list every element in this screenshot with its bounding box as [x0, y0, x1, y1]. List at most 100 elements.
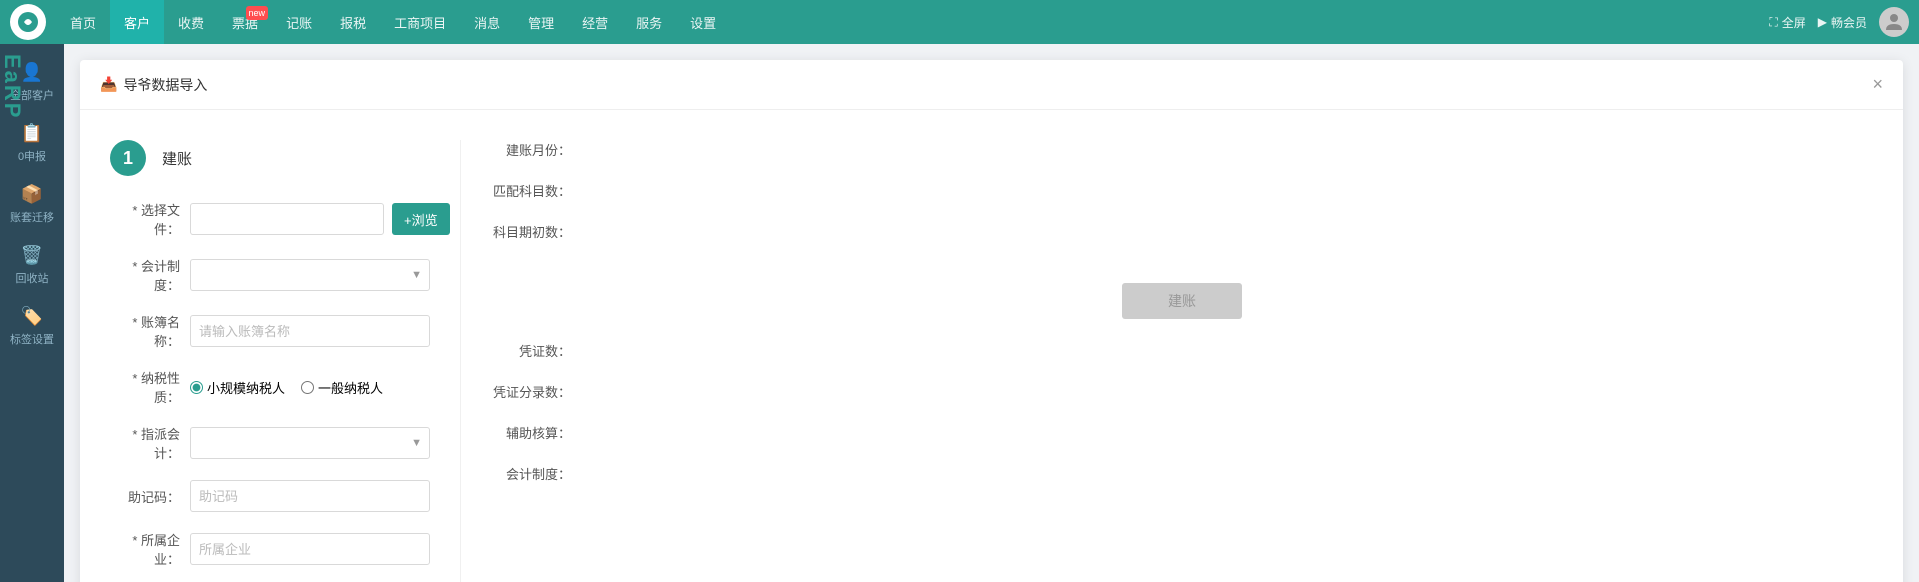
- accounting-system-select[interactable]: [190, 259, 430, 291]
- memo-code-label-text: 助记码：: [128, 490, 180, 505]
- aux-accounting-label: 辅助核算：: [491, 423, 581, 442]
- sidebar-item-label: 回收站: [16, 270, 49, 286]
- tag-icon: 🏷️: [21, 306, 43, 327]
- build-account-button[interactable]: 建账: [1122, 283, 1242, 319]
- file-label: * 选择文件：: [110, 200, 190, 238]
- accounting-system-label-text: * 会计制度：: [132, 259, 180, 293]
- sidebar-item-label: 0申报: [18, 148, 46, 164]
- fullscreen-icon: ⛶: [1769, 15, 1777, 30]
- tax-general-radio[interactable]: [301, 381, 314, 394]
- company-label: * 所属企业：: [110, 530, 190, 568]
- sidebar-item-recycle[interactable]: 🗑️ 回收站: [0, 235, 64, 296]
- tax-type-radio-group: 小规模纳税人 一般纳税人: [190, 378, 383, 397]
- sidebar-item-declare[interactable]: 📋 0申报: [0, 113, 64, 174]
- nav-item-消息[interactable]: 消息: [460, 0, 514, 44]
- logo[interactable]: [10, 4, 46, 40]
- dialog: 📥 导爷数据导入 × 1 建账: [80, 60, 1903, 582]
- user-avatar[interactable]: [1879, 7, 1909, 37]
- assign-accountant-label: * 指派会计：: [110, 424, 190, 462]
- match-subjects-row: 匹配科目数：: [491, 181, 1873, 200]
- assign-accountant-select[interactable]: [190, 427, 430, 459]
- match-subjects-label: 匹配科目数：: [491, 181, 581, 200]
- assign-accountant-row: * 指派会计： ▼: [110, 424, 430, 462]
- vip-label: 畅会员: [1831, 14, 1867, 31]
- accounting-system-select-wrapper: ▼: [190, 259, 430, 291]
- dialog-body: 1 建账 * 选择文件： +浏览: [80, 110, 1903, 582]
- dialog-accounting-system-label: 会计制度：: [491, 464, 581, 483]
- tax-small-label: 小规模纳税人: [207, 378, 285, 397]
- nav-item-收费[interactable]: 收费: [164, 0, 218, 44]
- dialog-icon: 📥: [100, 76, 117, 93]
- month-row: 建账月份：: [491, 140, 1873, 159]
- init-amount-row: 科目期初数：: [491, 222, 1873, 241]
- step-section: 1 建账 * 选择文件： +浏览: [80, 140, 460, 582]
- memo-code-input[interactable]: [190, 480, 430, 512]
- month-label: 建账月份：: [491, 140, 581, 159]
- nav-item-记账[interactable]: 记账: [272, 0, 326, 44]
- dialog-title: 导爷数据导入: [123, 75, 207, 95]
- assign-accountant-label-text: * 指派会计：: [132, 427, 180, 461]
- navbar: 首页客户收费票据new记账报税工商项目消息管理经营服务设置 ⛶ 全屏 ▶ 畅会员: [0, 0, 1919, 44]
- tax-general-option[interactable]: 一般纳税人: [301, 378, 383, 397]
- company-input[interactable]: [190, 533, 430, 565]
- nav-item-服务[interactable]: 服务: [622, 0, 676, 44]
- earp-text: EaRP: [1, 54, 23, 119]
- vip-button[interactable]: ▶ 畅会员: [1818, 14, 1867, 31]
- tax-type-row: * 纳税性质： 小规模纳税人 一般纳税人: [110, 368, 430, 406]
- company-label-text: * 所属企业：: [132, 533, 180, 567]
- fullscreen-label: 全屏: [1782, 14, 1806, 31]
- voucher-records-row: 凭证分录数：: [491, 382, 1873, 401]
- sidebar-item-label: 账套迁移: [10, 209, 54, 225]
- file-input[interactable]: [190, 203, 384, 235]
- nav-item-票据[interactable]: 票据new: [218, 0, 272, 44]
- sidebar-item-migrate[interactable]: 📦 账套迁移: [0, 174, 64, 235]
- sidebar-item-tag-settings[interactable]: 🏷️ 标签设置: [0, 296, 64, 357]
- company-row: * 所属企业：: [110, 530, 430, 568]
- tax-small-radio[interactable]: [190, 381, 203, 394]
- nav-item-管理[interactable]: 管理: [514, 0, 568, 44]
- file-row: * 选择文件： +浏览: [110, 200, 430, 238]
- main-layout: 👤 全部客户 📋 0申报 📦 账套迁移 🗑️ 回收站 🏷️ 标签设置 📥: [0, 44, 1919, 582]
- nav-item-首页[interactable]: 首页: [56, 0, 110, 44]
- tax-small-option[interactable]: 小规模纳税人: [190, 378, 285, 397]
- nav-item-报税[interactable]: 报税: [326, 0, 380, 44]
- nav-item-工商项目[interactable]: 工商项目: [380, 0, 460, 44]
- recycle-icon: 🗑️: [21, 245, 43, 266]
- build-btn-area: 建账: [491, 263, 1873, 319]
- nav-item-经营[interactable]: 经营: [568, 0, 622, 44]
- tax-general-label: 一般纳税人: [318, 378, 383, 397]
- ledger-name-row: * 账簿名称：: [110, 312, 430, 350]
- accounting-system-row: * 会计制度： ▼: [110, 256, 430, 294]
- info-section: 建账月份： 匹配科目数： 科目期初数： 建账: [460, 140, 1903, 582]
- nav-item-设置[interactable]: 设置: [676, 0, 730, 44]
- migrate-icon: 📦: [21, 184, 43, 205]
- content-area: 📥 导爷数据导入 × 1 建账: [64, 44, 1919, 582]
- ledger-name-label: * 账簿名称：: [110, 312, 190, 350]
- step-number: 1: [123, 148, 133, 169]
- memo-code-row: 助记码：: [110, 480, 430, 512]
- ledger-name-input[interactable]: [190, 315, 430, 347]
- sidebar-item-label: 标签设置: [10, 331, 54, 347]
- vip-icon: ▶: [1818, 15, 1827, 29]
- file-label-text: * 选择文件：: [132, 203, 180, 237]
- nav-items: 首页客户收费票据new记账报税工商项目消息管理经营服务设置: [56, 0, 1769, 44]
- file-input-group: +浏览: [190, 203, 450, 235]
- step-header: 1 建账: [110, 140, 430, 176]
- assign-accountant-select-wrapper: ▼: [190, 427, 430, 459]
- memo-code-label: 助记码：: [110, 487, 190, 506]
- nav-item-客户[interactable]: 客户: [110, 0, 164, 44]
- voucher-records-label: 凭证分录数：: [491, 382, 581, 401]
- close-button[interactable]: ×: [1872, 74, 1883, 95]
- declare-icon: 📋: [21, 123, 43, 144]
- browse-button[interactable]: +浏览: [392, 203, 450, 235]
- step-circle: 1: [110, 140, 146, 176]
- sidebar: 👤 全部客户 📋 0申报 📦 账套迁移 🗑️ 回收站 🏷️ 标签设置: [0, 44, 64, 582]
- navbar-right: ⛶ 全屏 ▶ 畅会员: [1769, 7, 1909, 37]
- fullscreen-button[interactable]: ⛶ 全屏: [1769, 14, 1805, 31]
- dialog-header: 📥 导爷数据导入 ×: [80, 60, 1903, 110]
- voucher-count-label: 凭证数：: [491, 341, 581, 360]
- tax-type-label: * 纳税性质：: [110, 368, 190, 406]
- dialog-title-area: 📥 导爷数据导入: [100, 75, 207, 95]
- voucher-count-row: 凭证数：: [491, 341, 1873, 360]
- ledger-name-label-text: * 账簿名称：: [132, 315, 180, 349]
